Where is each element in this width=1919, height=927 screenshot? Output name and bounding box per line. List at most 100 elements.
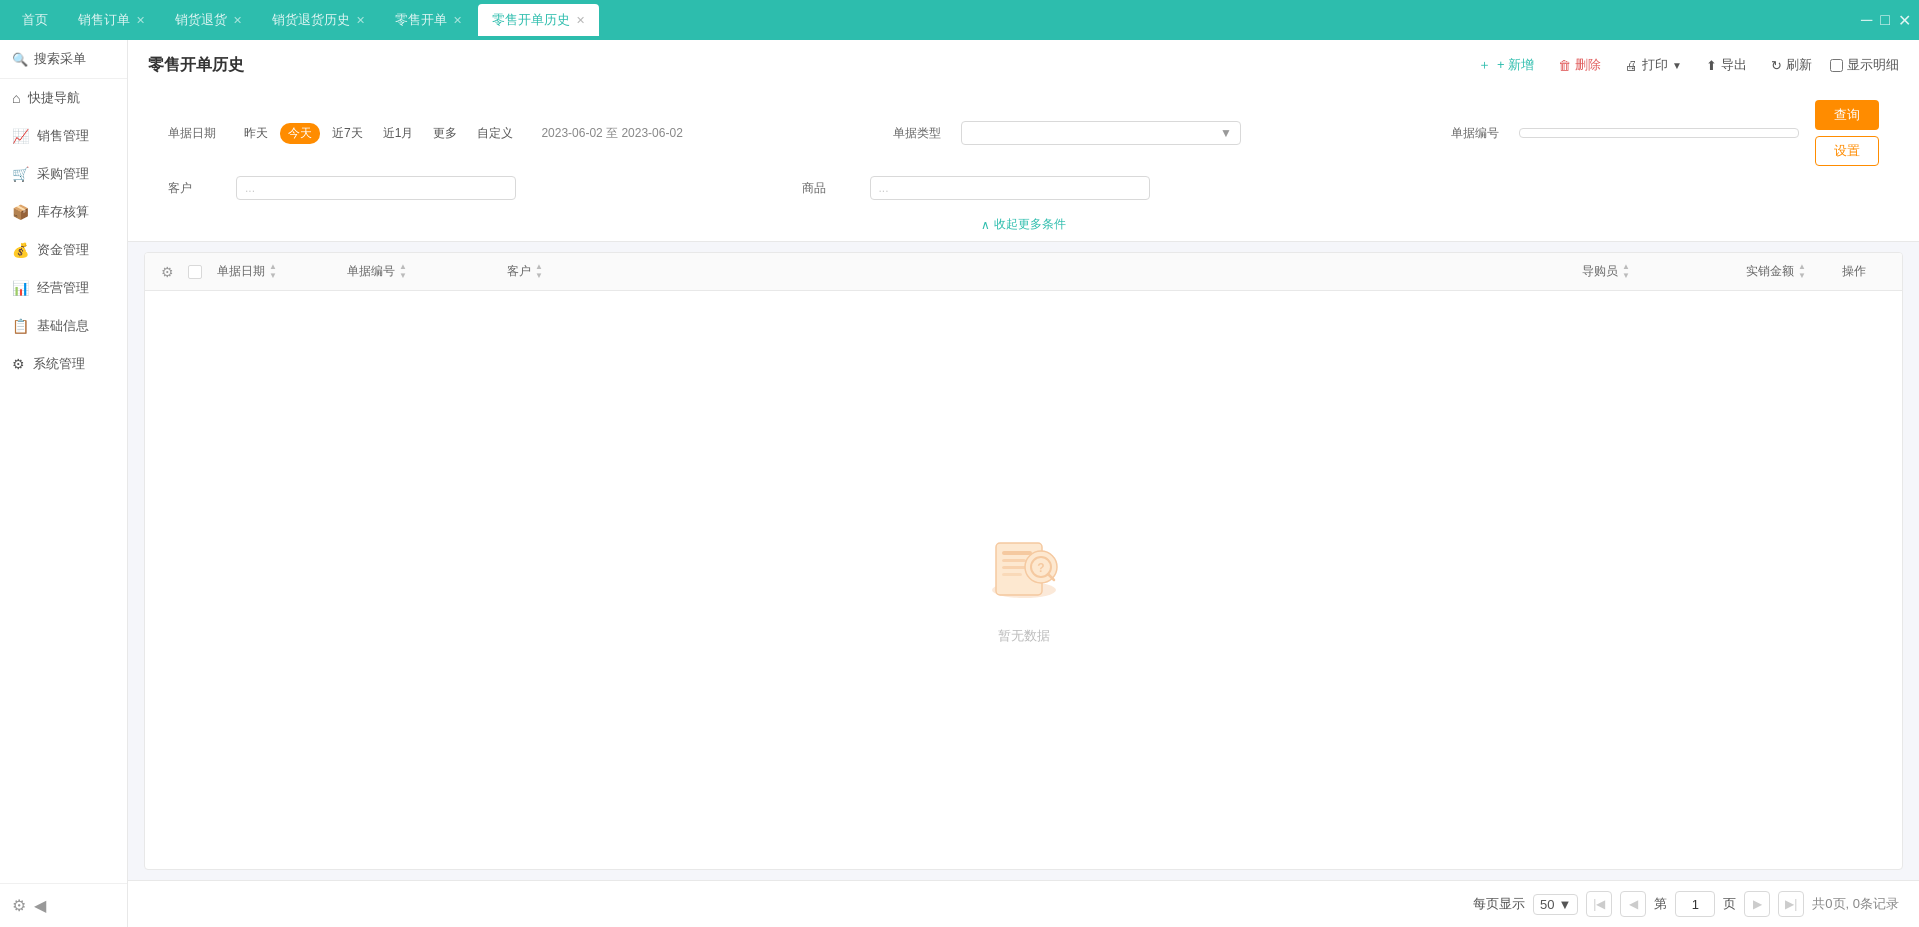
settings-button[interactable]: 设置	[1815, 136, 1879, 166]
col-num-label: 单据编号	[347, 263, 395, 280]
refresh-button[interactable]: ↻ 刷新	[1765, 52, 1818, 78]
export-button[interactable]: ⬆ 导出	[1700, 52, 1753, 78]
col-guide-label: 导购员	[1582, 263, 1618, 280]
nav-icon-operations: 📊	[12, 280, 29, 296]
svg-text:?: ?	[1037, 561, 1044, 575]
sort-desc-icon: ▼	[269, 272, 277, 280]
page-last-button[interactable]: ▶|	[1778, 891, 1804, 917]
display-detail-checkbox[interactable]: 显示明细	[1830, 56, 1899, 74]
nav-icon-basic-info: 📋	[12, 318, 29, 334]
sidebar-search[interactable]: 🔍 搜索采单	[0, 40, 127, 79]
tab-retail-open[interactable]: 零售开单✕	[381, 4, 476, 36]
sort-desc-icon: ▼	[1798, 272, 1806, 280]
search-icon: 🔍	[12, 52, 28, 67]
sidebar-item-quick-nav[interactable]: ⌂快捷导航	[0, 79, 127, 117]
delete-label: 删除	[1575, 56, 1601, 74]
sidebar-item-finance[interactable]: 💰资金管理	[0, 231, 127, 269]
tab-sales-order[interactable]: 销售订单✕	[64, 4, 159, 36]
sidebar-item-inventory[interactable]: 📦 库存核算	[0, 193, 127, 231]
filter-area: 单据日期 昨天今天近7天近1月更多自定义 2023-06-02 至 2023-0…	[148, 90, 1899, 241]
query-button[interactable]: 查询	[1815, 100, 1879, 130]
tab-sales-return[interactable]: 销货退货✕	[161, 4, 256, 36]
tab-sales-return-history[interactable]: 销货退货历史✕	[258, 4, 379, 36]
action-buttons: 查询 设置	[1815, 100, 1879, 166]
export-label: 导出	[1721, 56, 1747, 74]
page-size-select[interactable]: 50 ▼	[1533, 894, 1578, 915]
sort-asc-icon: ▲	[1622, 263, 1630, 271]
date-options: 昨天今天近7天近1月更多自定义	[236, 123, 521, 144]
tab-home[interactable]: 首页	[8, 4, 62, 36]
sort-asc-icon: ▲	[535, 263, 543, 271]
date-opt-自定义[interactable]: 自定义	[469, 123, 521, 144]
add-button[interactable]: ＋ + 新增	[1472, 52, 1540, 78]
goods-filter-input[interactable]: ...	[870, 176, 1150, 200]
tab-close-sales-order[interactable]: ✕	[136, 14, 145, 27]
close-icon[interactable]: ✕	[1898, 11, 1911, 30]
sidebar-item-sales-mgmt[interactable]: 📈销售管理	[0, 117, 127, 155]
svg-rect-3	[1002, 559, 1026, 562]
type-filter-select[interactable]: ▼	[961, 121, 1241, 145]
sort-customer-icons[interactable]: ▲ ▼	[535, 263, 543, 280]
pagination-bar: 每页显示 50 ▼ |◀ ◀ 第 页 ▶ ▶| 共0页, 0条记录	[128, 880, 1919, 927]
type-filter-arrow: ▼	[1220, 126, 1232, 140]
page-input[interactable]	[1675, 891, 1715, 917]
date-opt-更多[interactable]: 更多	[425, 123, 465, 144]
sort-guide-icons[interactable]: ▲ ▼	[1622, 263, 1630, 280]
delete-button[interactable]: 🗑 删除	[1552, 52, 1607, 78]
tab-retail-open-history[interactable]: 零售开单历史✕	[478, 4, 599, 36]
tab-close-retail-open-history[interactable]: ✕	[576, 14, 585, 27]
collapse-bar[interactable]: ∧ 收起更多条件	[168, 210, 1879, 241]
page-first-button[interactable]: |◀	[1586, 891, 1612, 917]
print-icon: 🖨	[1625, 58, 1638, 73]
sidebar-item-purchase-mgmt[interactable]: 🛒采购管理	[0, 155, 127, 193]
print-arrow-icon: ▼	[1672, 60, 1682, 71]
sort-desc-icon: ▼	[535, 272, 543, 280]
nav-label-finance: 资金管理	[37, 241, 89, 259]
tab-bar: 首页销售订单✕销货退货✕销货退货历史✕零售开单✕零售开单历史✕ ─ □ ✕	[0, 0, 1919, 40]
num-filter-label: 单据编号	[1451, 125, 1503, 142]
nav-icon-inventory: 📦	[12, 204, 29, 220]
date-opt-近7天[interactable]: 近7天	[324, 123, 371, 144]
num-filter-input[interactable]	[1519, 128, 1799, 138]
table-select-all[interactable]	[181, 265, 209, 279]
sidebar-search-label: 搜索采单	[34, 50, 86, 68]
nav-label-sys-mgmt: 系统管理	[33, 355, 85, 373]
sort-amount-icons[interactable]: ▲ ▼	[1798, 263, 1806, 280]
filter-row-2: 客户 ... 商品 ...	[168, 176, 1879, 200]
sort-num-icons[interactable]: ▲ ▼	[399, 263, 407, 280]
tab-close-retail-open[interactable]: ✕	[453, 14, 462, 27]
col-date: 单据日期 ▲ ▼	[209, 263, 339, 280]
minimize-icon[interactable]: ─	[1861, 11, 1872, 30]
sidebar-item-operations[interactable]: 📊经营管理	[0, 269, 127, 307]
svg-rect-4	[1002, 566, 1028, 569]
empty-text: 暂无数据	[998, 627, 1050, 645]
page-next-button[interactable]: ▶	[1744, 891, 1770, 917]
customer-filter-input[interactable]: ...	[236, 176, 516, 200]
table-container: ⚙ 单据日期 ▲ ▼ 单据编号 ▲ ▼	[144, 252, 1903, 870]
tab-close-sales-return[interactable]: ✕	[233, 14, 242, 27]
sort-date-icons[interactable]: ▲ ▼	[269, 263, 277, 280]
collapse-icon[interactable]: ◀	[34, 896, 46, 915]
sidebar-item-basic-info[interactable]: 📋基础信息	[0, 307, 127, 345]
print-button[interactable]: 🖨 打印 ▼	[1619, 52, 1688, 78]
sort-desc-icon: ▼	[1622, 272, 1630, 280]
page-total: 共0页, 0条记录	[1812, 895, 1899, 913]
date-range-text: 2023-06-02 至 2023-06-02	[541, 125, 682, 142]
date-opt-今天[interactable]: 今天	[280, 123, 320, 144]
print-label: 打印	[1642, 56, 1668, 74]
maximize-icon[interactable]: □	[1880, 11, 1890, 30]
select-all-checkbox[interactable]	[188, 265, 202, 279]
settings-icon[interactable]: ⚙	[12, 896, 26, 915]
tab-close-sales-return-history[interactable]: ✕	[356, 14, 365, 27]
empty-state: ? 暂无数据	[145, 291, 1902, 869]
nav-icon-sys-mgmt: ⚙	[12, 356, 25, 372]
add-icon: ＋	[1478, 56, 1491, 74]
date-opt-昨天[interactable]: 昨天	[236, 123, 276, 144]
sidebar-item-sys-mgmt[interactable]: ⚙ 系统管理	[0, 345, 127, 383]
table-settings-button[interactable]: ⚙	[153, 258, 181, 286]
window-controls: ─ □ ✕	[1861, 11, 1911, 30]
date-opt-近1月[interactable]: 近1月	[375, 123, 422, 144]
nav-label-inventory: 库存核算	[37, 203, 89, 221]
page-prev-button[interactable]: ◀	[1620, 891, 1646, 917]
display-detail-input[interactable]	[1830, 59, 1843, 72]
